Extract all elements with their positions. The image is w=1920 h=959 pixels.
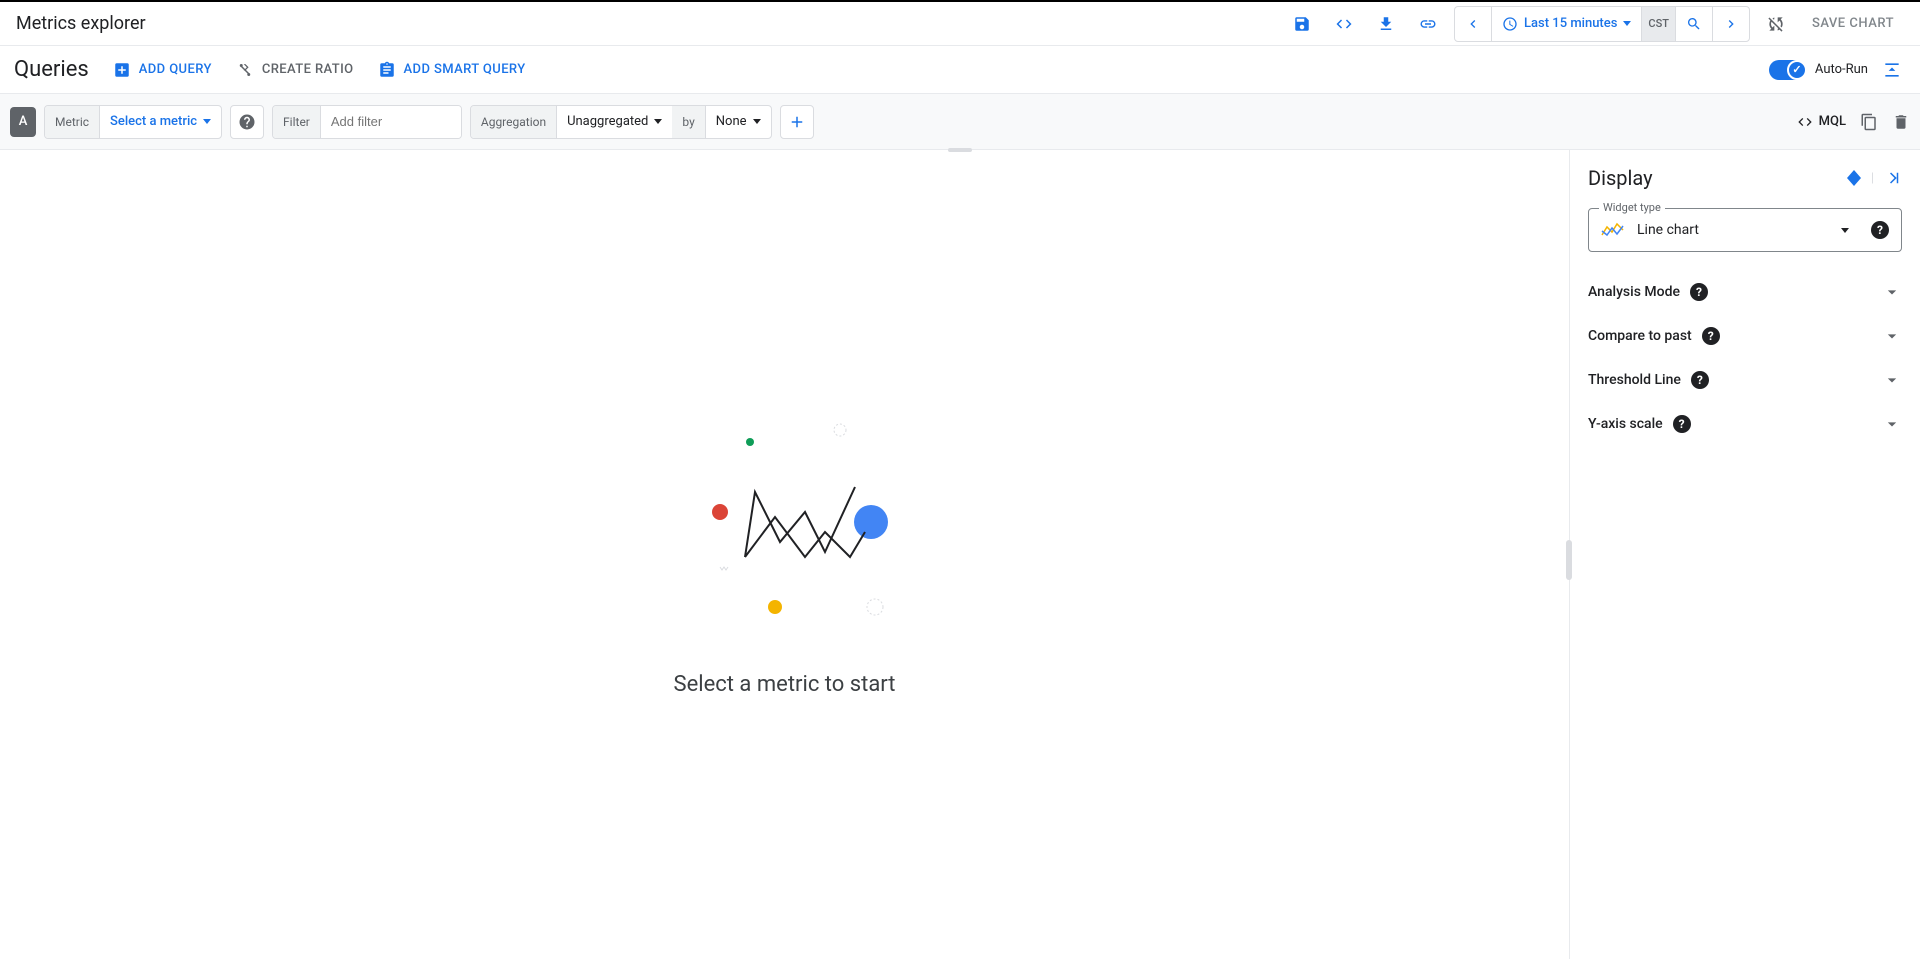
chart-canvas: Select a metric to start xyxy=(0,150,1570,959)
download-icon[interactable] xyxy=(1366,4,1406,44)
queries-title: Queries xyxy=(14,57,89,82)
mql-label: MQL xyxy=(1819,114,1846,129)
aggregation-value-button[interactable]: Unaggregated xyxy=(557,106,672,138)
widget-type-select[interactable]: Widget type Line chart ? xyxy=(1588,208,1902,252)
aggregation-label: Aggregation xyxy=(471,106,557,138)
chevron-down-icon xyxy=(1882,370,1902,390)
chevron-down-icon xyxy=(1623,21,1631,26)
add-smart-query-label: ADD SMART QUERY xyxy=(404,62,526,77)
metric-help-icon[interactable] xyxy=(230,105,264,139)
accordion-title: Analysis Mode xyxy=(1588,284,1680,300)
accordion-title: Y-axis scale xyxy=(1588,416,1663,432)
link-icon[interactable] xyxy=(1408,4,1448,44)
save-chart-button[interactable]: SAVE CHART xyxy=(1798,6,1908,42)
sort-icon[interactable] xyxy=(1847,170,1861,186)
autorun-toggle[interactable] xyxy=(1769,60,1805,80)
help-icon[interactable]: ? xyxy=(1702,327,1720,345)
chevron-down-icon xyxy=(1882,414,1902,434)
chevron-down-icon xyxy=(1841,228,1849,233)
create-ratio-button[interactable]: CREATE RATIO xyxy=(236,61,354,79)
aggregation-group: Aggregation Unaggregated by None xyxy=(470,105,772,139)
help-icon[interactable]: ? xyxy=(1673,415,1691,433)
save-query-icon[interactable] xyxy=(1282,4,1322,44)
aggregation-value-text: Unaggregated xyxy=(567,114,648,129)
query-id-badge[interactable]: A xyxy=(10,107,36,137)
chevron-down-icon xyxy=(753,119,761,124)
content-area: Select a metric to start Display | Widge… xyxy=(0,150,1920,959)
row-resize-handle[interactable] xyxy=(948,148,972,152)
time-next-button[interactable] xyxy=(1713,7,1749,41)
time-range-picker: Last 15 minutes CST xyxy=(1454,6,1750,42)
metric-value-text: Select a metric xyxy=(110,114,197,129)
metric-label: Metric xyxy=(45,106,100,138)
accordion-analysis-mode[interactable]: Analysis Mode ? xyxy=(1588,270,1902,314)
code-icon[interactable] xyxy=(1324,4,1364,44)
create-ratio-label: CREATE RATIO xyxy=(262,62,354,77)
chevron-down-icon xyxy=(654,119,662,124)
by-value-text: None xyxy=(716,114,747,129)
chevron-down-icon xyxy=(1882,282,1902,302)
queries-toolbar: Queries ADD QUERY CREATE RATIO ADD SMART… xyxy=(0,46,1920,94)
metric-selector: Metric Select a metric xyxy=(44,105,222,139)
add-query-label: ADD QUERY xyxy=(139,62,212,77)
help-icon[interactable]: ? xyxy=(1690,283,1708,301)
autorun-label: Auto-Run xyxy=(1815,62,1868,77)
accordion-compare-to-past[interactable]: Compare to past ? xyxy=(1588,314,1902,358)
filter-input[interactable] xyxy=(321,106,461,138)
widget-type-value: Line chart xyxy=(1637,222,1829,238)
accordion-title: Compare to past xyxy=(1588,328,1692,344)
metric-value-button[interactable]: Select a metric xyxy=(100,106,221,138)
by-label: by xyxy=(672,106,705,138)
accordion-threshold-line[interactable]: Threshold Line ? xyxy=(1588,358,1902,402)
add-query-button[interactable]: ADD QUERY xyxy=(113,61,212,79)
empty-state-message: Select a metric to start xyxy=(674,672,896,697)
mql-button[interactable]: MQL xyxy=(1797,114,1846,130)
header-toolbar: Last 15 minutes CST SAVE CHART xyxy=(1282,4,1908,44)
accordion-title: Threshold Line xyxy=(1588,372,1681,388)
sync-disabled-icon[interactable] xyxy=(1756,4,1796,44)
page-title: Metrics explorer xyxy=(12,13,146,34)
empty-state-illustration xyxy=(675,412,895,632)
display-panel-title: Display xyxy=(1588,166,1653,190)
delete-query-icon[interactable] xyxy=(1892,113,1910,131)
display-panel: Display | Widget type Line chart ? xyxy=(1570,150,1920,959)
filter-label: Filter xyxy=(273,106,321,138)
by-value-button[interactable]: None xyxy=(706,106,771,138)
add-smart-query-button[interactable]: ADD SMART QUERY xyxy=(378,61,526,79)
timezone-label[interactable]: CST xyxy=(1642,7,1676,41)
copy-query-icon[interactable] xyxy=(1860,113,1878,131)
chevron-down-icon xyxy=(1882,326,1902,346)
time-zoom-button[interactable] xyxy=(1676,7,1713,41)
chevron-down-icon xyxy=(203,119,211,124)
query-row: A Metric Select a metric Filter Aggregat… xyxy=(0,94,1920,150)
help-icon[interactable]: ? xyxy=(1691,371,1709,389)
time-range-button[interactable]: Last 15 minutes xyxy=(1492,7,1642,41)
filter-input-group: Filter xyxy=(272,105,462,139)
time-range-label: Last 15 minutes xyxy=(1524,16,1617,31)
app-header: Metrics explorer Last 15 minutes CST xyxy=(0,2,1920,46)
collapse-panel-icon[interactable] xyxy=(1884,169,1902,187)
add-aggregation-button[interactable] xyxy=(780,105,814,139)
panel-resize-handle[interactable] xyxy=(1566,540,1572,580)
accordion-y-axis-scale[interactable]: Y-axis scale ? xyxy=(1588,402,1902,446)
widget-help-icon[interactable]: ? xyxy=(1871,221,1889,239)
line-chart-icon xyxy=(1601,221,1625,239)
widget-type-legend: Widget type xyxy=(1599,201,1665,214)
time-prev-button[interactable] xyxy=(1455,7,1492,41)
collapse-queries-icon[interactable] xyxy=(1878,56,1906,84)
